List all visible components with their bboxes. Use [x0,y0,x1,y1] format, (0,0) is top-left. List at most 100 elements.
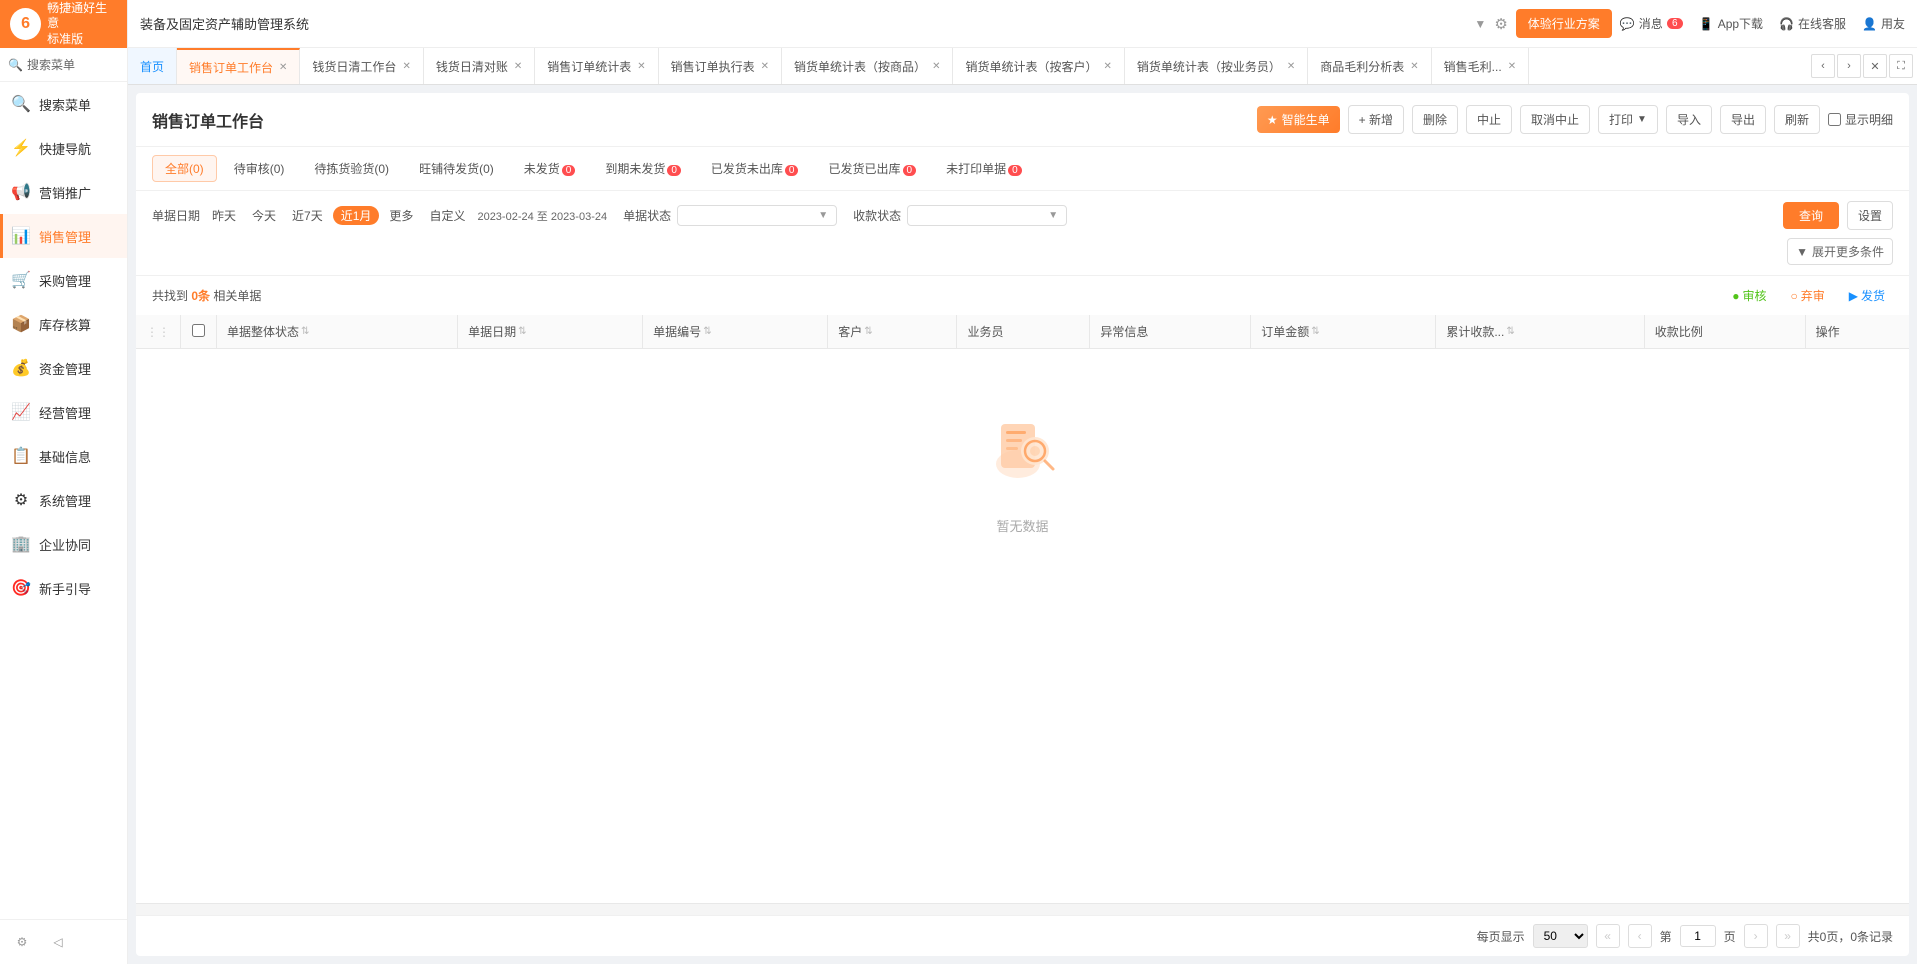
th-sort-collected[interactable]: 累计收款...⇅ [1446,323,1633,340]
tab-close-sales_more[interactable]: ✕ [1508,61,1516,72]
stop-btn[interactable]: 中止 [1466,105,1512,134]
message-btn[interactable]: 💬 消息 6 [1620,15,1683,32]
sidebar-item-quick[interactable]: ⚡快捷导航 [0,126,127,170]
tab-close-sales_product_stat[interactable]: ✕ [932,61,940,72]
tab-sales_customer_stat[interactable]: 销货单统计表（按客户）✕ [953,48,1124,84]
sidebar-item-inventory[interactable]: 📦库存核算 [0,302,127,346]
collapse-btn[interactable]: ◁ [44,928,72,956]
th-sort-status[interactable]: 单据整体状态⇅ [227,323,447,340]
tab-close-sales_customer_stat[interactable]: ✕ [1103,61,1111,72]
sidebar-item-sales[interactable]: 📊销售管理 [0,214,127,258]
tab-sales_exec[interactable]: 销售订单执行表✕ [659,48,782,84]
last-page-btn[interactable]: » [1776,924,1800,948]
filter-tab-not_shipped[interactable]: 未发货0 [511,155,589,182]
status-select[interactable]: ▼ [677,205,837,226]
col-header-customer[interactable]: 客户⇅ [828,315,957,349]
filter-tab-not_printed[interactable]: 未打印单据0 [933,155,1035,182]
tab-close-cash_reconcile[interactable]: ✕ [514,61,522,72]
filter-tab-shipped_not_out[interactable]: 已发货未出库0 [698,155,812,182]
delete-btn[interactable]: 删除 [1412,105,1458,134]
first-page-btn[interactable]: « [1596,924,1620,948]
tab-scroll-left-btn[interactable]: ‹ [1811,54,1835,78]
tab-close-sales_staff_stat[interactable]: ✕ [1287,61,1295,72]
tab-sales_product_stat[interactable]: 销货单统计表（按商品）✕ [782,48,953,84]
user-btn[interactable]: 👤 用友 [1862,15,1905,32]
col-header-status[interactable]: 单据整体状态⇅ [217,315,458,349]
audit-btn[interactable]: ● 审核 [1724,284,1774,307]
sidebar-item-marketing_promo[interactable]: 📢营销推广 [0,170,127,214]
next-page-btn[interactable]: › [1744,924,1768,948]
dropdown-icon[interactable]: ▼ [1474,17,1486,31]
date-btn-今天[interactable]: 今天 [246,205,282,226]
filter-tab-wangpu_pending[interactable]: 旺铺待发货(0) [406,155,507,182]
tab-close-all-btn[interactable]: ✕ [1863,54,1887,78]
industry-btn[interactable]: 体验行业方案 [1516,9,1612,38]
tab-sales_workbench[interactable]: 销售订单工作台✕ [177,48,300,84]
col-header-date[interactable]: 单据日期⇅ [458,315,643,349]
filter-tab-pending_inspect[interactable]: 待拣货验货(0) [301,155,402,182]
sidebar-item-system[interactable]: ⚙系统管理 [0,478,127,522]
date-btn-自定义[interactable]: 自定义 [423,205,471,226]
tab-close-cash_daily[interactable]: ✕ [402,61,410,72]
tab-close-sales_exec[interactable]: ✕ [761,61,769,72]
col-header-amount[interactable]: 订单金额⇅ [1251,315,1436,349]
sidebar-item-search[interactable]: 🔍搜索菜单 [0,82,127,126]
show-details-checkbox-label[interactable]: 显示明细 [1828,111,1893,128]
tab-sales_stat[interactable]: 销售订单统计表✕ [535,48,658,84]
tab-fullscreen-btn[interactable]: ⛶ [1889,54,1913,78]
refresh-btn[interactable]: 刷新 [1774,105,1820,134]
add-btn[interactable]: + 新增 [1348,105,1404,134]
sidebar-item-finance[interactable]: 💰资金管理 [0,346,127,390]
settings-icon[interactable]: ⚙ [1494,15,1507,33]
select-all-checkbox[interactable] [192,324,205,337]
filter-tab-pending_review[interactable]: 待审核(0) [221,155,298,182]
filter-tab-overdue_not_shipped[interactable]: 到期未发货0 [592,155,694,182]
settings-query-btn[interactable]: 设置 [1847,201,1893,230]
online-service-btn[interactable]: 🎧 在线客服 [1779,15,1846,32]
cancel-stop-btn[interactable]: 取消中止 [1520,105,1590,134]
show-details-checkbox[interactable] [1828,113,1841,126]
prev-page-btn[interactable]: ‹ [1628,924,1652,948]
horizontal-scrollbar[interactable] [136,903,1909,915]
page-size-select[interactable]: 2050100200 [1533,924,1588,948]
unaudit-btn[interactable]: ○ 弃审 [1782,284,1832,307]
tab-scroll-right-btn[interactable]: › [1837,54,1861,78]
print-btn[interactable]: 打印 ▼ [1598,105,1658,134]
col-header-collected[interactable]: 累计收款...⇅ [1436,315,1644,349]
smart-create-btn[interactable]: ★ 智能生单 [1257,106,1340,133]
payment-select[interactable]: ▼ [907,205,1067,226]
tab-close-sales_stat[interactable]: ✕ [637,61,645,72]
sidebar-item-enterprise[interactable]: 🏢企业协同 [0,522,127,566]
tab-sales_staff_stat[interactable]: 销货单统计表（按业务员）✕ [1125,48,1308,84]
tab-home[interactable]: 首页 [128,48,177,84]
import-btn[interactable]: 导入 [1666,105,1712,134]
sidebar-item-guide[interactable]: 🎯新手引导 [0,566,127,610]
export-btn[interactable]: 导出 [1720,105,1766,134]
deliver-btn[interactable]: ▶ 发货 [1841,284,1893,307]
page-number-input[interactable] [1680,925,1716,947]
sidebar-search-item[interactable]: 🔍 搜索菜单 [0,48,127,82]
date-btn-更多[interactable]: 更多 [383,205,419,226]
filter-tab-shipped_out[interactable]: 已发货已出库0 [815,155,929,182]
th-sort-amount[interactable]: 订单金额⇅ [1261,323,1425,340]
tab-sales_more[interactable]: 销售毛利...✕ [1432,48,1529,84]
sidebar-item-basic[interactable]: 📋基础信息 [0,434,127,478]
col-header-number[interactable]: 单据编号⇅ [643,315,828,349]
tab-cash_daily[interactable]: 钱货日清工作台✕ [300,48,423,84]
date-btn-近1月[interactable]: 近1月 [333,206,380,225]
sidebar-item-purchase[interactable]: 🛒采购管理 [0,258,127,302]
sidebar-item-operations[interactable]: 📈经营管理 [0,390,127,434]
filter-tab-all[interactable]: 全部(0) [152,155,217,182]
app-download-btn[interactable]: 📱 App下载 [1699,15,1763,32]
th-sort-date[interactable]: 单据日期⇅ [468,323,632,340]
th-sort-customer[interactable]: 客户⇅ [838,323,946,340]
tab-close-sales_workbench[interactable]: ✕ [279,62,287,73]
date-btn-昨天[interactable]: 昨天 [206,205,242,226]
settings-bottom-btn[interactable]: ⚙ [8,928,36,956]
expand-conditions-btn[interactable]: ▼ 展开更多条件 [1787,238,1893,265]
query-btn[interactable]: 查询 [1783,202,1839,229]
tab-cash_reconcile[interactable]: 钱货日清对账✕ [424,48,535,84]
th-sort-number[interactable]: 单据编号⇅ [653,323,817,340]
date-btn-近7天[interactable]: 近7天 [286,205,329,226]
table-container[interactable]: ⋮⋮单据整体状态⇅单据日期⇅单据编号⇅客户⇅业务员异常信息订单金额⇅累计收款..… [136,315,1909,903]
